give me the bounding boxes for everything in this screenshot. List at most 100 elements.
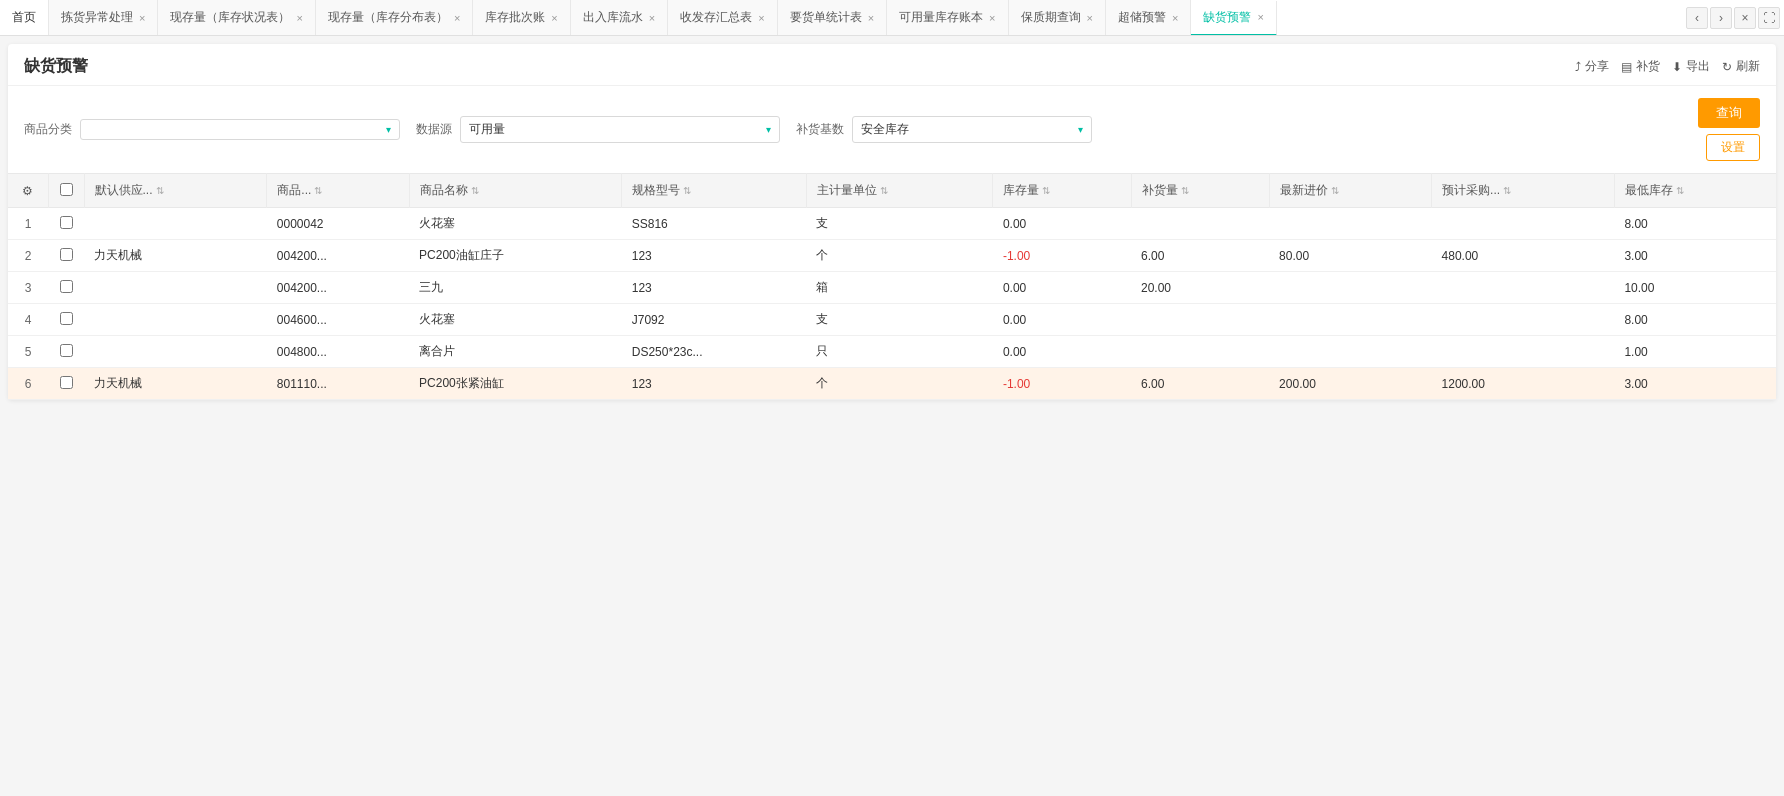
tab-flow[interactable]: 出入库流水 × (571, 0, 668, 35)
row-num-2: 2 (8, 240, 48, 272)
cell-replenish-qty-5 (1131, 336, 1269, 368)
cell-latest-price-6: 200.00 (1269, 368, 1431, 400)
tab-home[interactable]: 首页 (0, 0, 49, 35)
th-check (48, 174, 84, 208)
row-checkbox-1[interactable] (60, 216, 73, 229)
replenish-basis-select-arrow: ▾ (1078, 124, 1083, 135)
tab-order-stat-close[interactable]: × (868, 12, 874, 24)
tab-batch-close[interactable]: × (551, 12, 557, 24)
replenish-basis-select[interactable]: 安全库存 ▾ (852, 116, 1092, 143)
tab-inventory-status[interactable]: 现存量（库存状况表） × (158, 0, 315, 35)
tab-exception-close[interactable]: × (139, 12, 145, 24)
th-unit: 主计量单位 ⇅ (806, 174, 993, 208)
cell-stock-1: 0.00 (993, 208, 1131, 240)
cell-code-5: 004800... (267, 336, 409, 368)
tab-fullscreen[interactable]: ⛶ (1758, 7, 1780, 29)
row-check-3[interactable] (48, 272, 84, 304)
tab-scroll-right[interactable]: › (1710, 7, 1732, 29)
cell-unit-6: 个 (806, 368, 993, 400)
datasource-select[interactable]: 可用量 ▾ (460, 116, 780, 143)
row-check-6[interactable] (48, 368, 84, 400)
settings-button[interactable]: 设置 (1706, 134, 1760, 161)
row-check-2[interactable] (48, 240, 84, 272)
sort-icon-unit[interactable]: ⇅ (880, 185, 888, 196)
th-gear[interactable]: ⚙ (8, 174, 48, 208)
tab-available-ledger[interactable]: 可用量库存账本 × (887, 0, 1008, 35)
cell-name-4: 火花塞 (409, 304, 622, 336)
row-check-1[interactable] (48, 208, 84, 240)
cell-min-stock-4: 8.00 (1614, 304, 1776, 336)
select-all-checkbox[interactable] (60, 183, 73, 196)
tab-shortage-close[interactable]: × (1257, 11, 1263, 23)
cell-latest-price-1 (1269, 208, 1431, 240)
replenish-basis-filter-group: 补货基数 安全库存 ▾ (796, 116, 1092, 143)
export-icon: ⬇ (1672, 60, 1682, 74)
tab-expiry[interactable]: 保质期查询 × (1009, 0, 1106, 35)
tab-receipt-summary-close[interactable]: × (758, 12, 764, 24)
row-checkbox-3[interactable] (60, 280, 73, 293)
sort-icon-supplier[interactable]: ⇅ (156, 185, 164, 196)
tab-close-current[interactable]: × (1734, 7, 1756, 29)
datasource-label: 数据源 (416, 121, 452, 138)
gear-icon[interactable]: ⚙ (22, 184, 33, 198)
table-row: 6 力天机械 801110... PC200张紧油缸 123 个 -1.00 6… (8, 368, 1776, 400)
cell-spec-5: DS250*23c... (622, 336, 806, 368)
category-select-arrow: ▾ (386, 124, 391, 135)
sort-icon-est-purchase[interactable]: ⇅ (1503, 185, 1511, 196)
row-checkbox-5[interactable] (60, 344, 73, 357)
tab-flow-close[interactable]: × (649, 12, 655, 24)
tab-exception[interactable]: 拣货异常处理 × (49, 0, 158, 35)
sort-icon-replenish-qty[interactable]: ⇅ (1181, 185, 1189, 196)
sort-icon-latest-price[interactable]: ⇅ (1331, 185, 1339, 196)
cell-name-3: 三九 (409, 272, 622, 304)
tab-expiry-close[interactable]: × (1087, 12, 1093, 24)
cell-stock-5: 0.00 (993, 336, 1131, 368)
tab-order-stat[interactable]: 要货单统计表 × (778, 0, 887, 35)
row-checkbox-2[interactable] (60, 248, 73, 261)
th-replenish-qty: 补货量 ⇅ (1131, 174, 1269, 208)
tab-inventory-dist[interactable]: 现存量（库存分布表） × (316, 0, 473, 35)
export-button[interactable]: ⬇ 导出 (1672, 58, 1710, 75)
tab-overstock[interactable]: 超储预警 × (1106, 0, 1191, 35)
cell-name-2: PC200油缸庄子 (409, 240, 622, 272)
cell-spec-6: 123 (622, 368, 806, 400)
category-select[interactable]: ▾ (80, 119, 400, 140)
tab-batch[interactable]: 库存批次账 × (473, 0, 570, 35)
share-button[interactable]: ⤴ 分享 (1575, 58, 1609, 75)
page-title: 缺货预警 (24, 56, 88, 77)
cell-supplier-1 (84, 208, 267, 240)
row-check-4[interactable] (48, 304, 84, 336)
row-checkbox-4[interactable] (60, 312, 73, 325)
cell-min-stock-6: 3.00 (1614, 368, 1776, 400)
th-latest-price: 最新进价 ⇅ (1269, 174, 1431, 208)
row-check-5[interactable] (48, 336, 84, 368)
cell-est-purchase-4 (1432, 304, 1615, 336)
sort-icon-name[interactable]: ⇅ (471, 185, 479, 196)
cell-stock-6: -1.00 (993, 368, 1131, 400)
cell-est-purchase-6: 1200.00 (1432, 368, 1615, 400)
sort-icon-stock[interactable]: ⇅ (1042, 185, 1050, 196)
tab-receipt-summary[interactable]: 收发存汇总表 × (668, 0, 777, 35)
tab-scroll-left[interactable]: ‹ (1686, 7, 1708, 29)
replenish-basis-select-value: 安全库存 (861, 121, 909, 138)
tab-available-ledger-close[interactable]: × (989, 12, 995, 24)
tab-inventory-status-close[interactable]: × (296, 12, 302, 24)
query-button[interactable]: 查询 (1698, 98, 1760, 128)
sort-icon-code[interactable]: ⇅ (314, 185, 322, 196)
cell-est-purchase-3 (1432, 272, 1615, 304)
replenish-icon: ▤ (1621, 60, 1632, 74)
row-checkbox-6[interactable] (60, 376, 73, 389)
refresh-button[interactable]: ↻ 刷新 (1722, 58, 1760, 75)
table-row: 1 0000042 火花塞 SS816 支 0.00 8.00 (8, 208, 1776, 240)
sort-icon-min-stock[interactable]: ⇅ (1676, 185, 1684, 196)
cell-spec-1: SS816 (622, 208, 806, 240)
datasource-filter-group: 数据源 可用量 ▾ (416, 116, 780, 143)
tab-overstock-close[interactable]: × (1172, 12, 1178, 24)
table-row: 3 004200... 三九 123 箱 0.00 20.00 10.00 (8, 272, 1776, 304)
tab-shortage[interactable]: 缺货预警 × (1191, 1, 1276, 36)
replenish-button[interactable]: ▤ 补货 (1621, 58, 1660, 75)
tab-inventory-dist-close[interactable]: × (454, 12, 460, 24)
row-num-6: 6 (8, 368, 48, 400)
row-num-4: 4 (8, 304, 48, 336)
sort-icon-spec[interactable]: ⇅ (683, 185, 691, 196)
